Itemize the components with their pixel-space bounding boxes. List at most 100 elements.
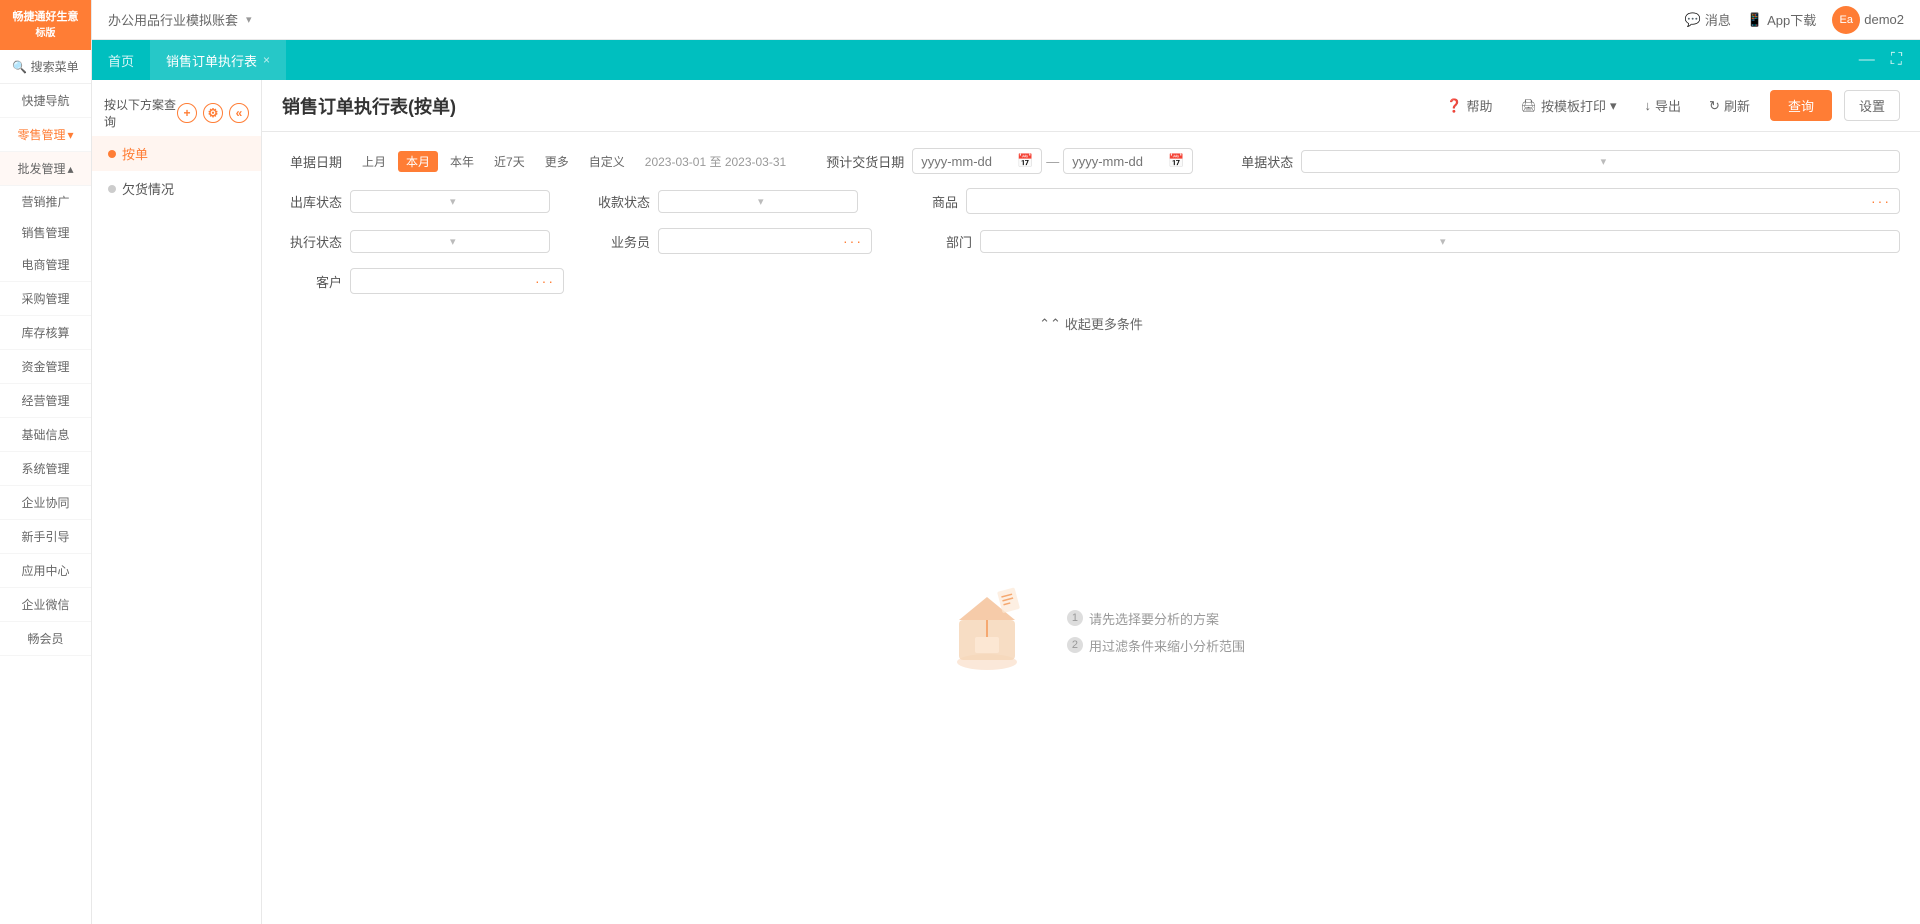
tab-minimize-icon[interactable]: — xyxy=(1853,47,1881,73)
expected-date-start[interactable]: 📅 xyxy=(912,148,1042,174)
query-button[interactable]: 查询 xyxy=(1770,90,1832,121)
search-icon: 🔍 xyxy=(12,60,27,74)
customer-label: 客户 xyxy=(282,272,342,291)
date-7days-btn[interactable]: 近7天 xyxy=(486,151,533,172)
app-download-btn[interactable]: 📱 App下载 xyxy=(1747,10,1816,29)
print-btn[interactable]: 🖨 按模板打印 ▾ xyxy=(1512,92,1624,119)
export-label: 导出 xyxy=(1655,96,1681,115)
date-custom-btn[interactable]: 自定义 xyxy=(581,151,633,172)
doc-status-arrow: ▾ xyxy=(1601,155,1891,168)
receive-status-select[interactable]: ▾ xyxy=(658,190,858,213)
app-download-label: App下载 xyxy=(1767,10,1816,29)
export-btn[interactable]: ↓ 导出 xyxy=(1637,92,1690,119)
goods-label: 商品 xyxy=(898,192,958,211)
sidebar-item-wholesale[interactable]: 批发管理 ▴ xyxy=(0,152,91,186)
plan-item-by-order[interactable]: 按单 xyxy=(92,136,261,171)
sidebar-item-member[interactable]: 畅会员 xyxy=(0,622,91,656)
add-plan-btn[interactable]: + xyxy=(177,103,197,123)
sidebar-item-sales[interactable]: 销售管理 xyxy=(0,217,91,248)
salesperson-label: 业务员 xyxy=(590,232,650,251)
expand-icon: ▾ xyxy=(67,128,73,142)
hint-num-1: 1 xyxy=(1067,610,1083,626)
sidebar-item-basic-info[interactable]: 基础信息 xyxy=(0,418,91,452)
hint-num-2: 2 xyxy=(1067,637,1083,653)
customer-input[interactable]: ··· xyxy=(350,268,564,294)
sidebar-item-retail[interactable]: 零售管理 ▾ xyxy=(0,118,91,152)
sidebar-item-newcomer[interactable]: 新手引导 xyxy=(0,520,91,554)
sidebar-item-finance[interactable]: 资金管理 xyxy=(0,350,91,384)
plan-item-label: 按单 xyxy=(122,144,148,163)
department-select[interactable]: ▾ xyxy=(980,230,1900,253)
print-dropdown-icon: ▾ xyxy=(1610,98,1617,114)
empty-state: 1 请先选择要分析的方案 2 用过滤条件来缩小分析范围 xyxy=(262,339,1920,924)
refresh-btn[interactable]: ↻ 刷新 xyxy=(1701,92,1758,119)
tab-home[interactable]: 首页 xyxy=(92,40,150,80)
logo-text: 畅捷通好生意 xyxy=(13,10,79,24)
salesperson-more-icon[interactable]: ··· xyxy=(843,233,863,249)
settings-button[interactable]: 设置 xyxy=(1844,90,1900,121)
tab-sales-order-label: 销售订单执行表 xyxy=(166,51,257,70)
customer-cell: 客户 ··· xyxy=(282,268,564,294)
customer-text-input[interactable] xyxy=(359,274,535,289)
expected-date-start-input[interactable] xyxy=(921,154,1017,169)
department-label: 部门 xyxy=(912,232,972,251)
date-more-btn[interactable]: 更多 xyxy=(537,151,577,172)
goods-more-icon[interactable]: ··· xyxy=(1871,193,1891,209)
download-icon: 📱 xyxy=(1747,12,1763,28)
date-prev-btn[interactable]: 上月 xyxy=(354,151,394,172)
sidebar-item-quick-nav[interactable]: 快捷导航 xyxy=(0,84,91,118)
tab-close-icon[interactable]: × xyxy=(263,53,270,67)
topbar-right: 💬 消息 📱 App下载 Ea demo2 xyxy=(1685,6,1904,34)
sidebar-item-enterprise-wechat[interactable]: 企业微信 xyxy=(0,588,91,622)
date-this-month-btn[interactable]: 本月 xyxy=(398,151,438,172)
industry-dropdown-icon[interactable]: ▾ xyxy=(246,13,252,26)
salesperson-input[interactable]: ··· xyxy=(658,228,872,254)
goods-input[interactable]: ··· xyxy=(966,188,1900,214)
sidebar-item-ecommerce[interactable]: 电商管理 xyxy=(0,248,91,282)
plan-item-backorder[interactable]: 欠货情况 xyxy=(92,171,261,206)
message-label: 消息 xyxy=(1705,10,1731,29)
search-menu[interactable]: 🔍 搜索菜单 xyxy=(0,50,91,84)
filter-row-2: 出库状态 ▾ 收款状态 ▾ 商品 xyxy=(282,188,1900,214)
sidebar: 畅捷通好生意 标版 🔍 搜索菜单 快捷导航 零售管理 ▾ 批发管理 ▴ 营销推广… xyxy=(0,0,92,924)
department-arrow: ▾ xyxy=(1440,235,1891,248)
message-icon: 💬 xyxy=(1685,12,1701,28)
settings-plan-btn[interactable]: ⚙ xyxy=(203,103,223,123)
print-icon: 🖨 xyxy=(1520,98,1537,114)
out-status-select[interactable]: ▾ xyxy=(350,190,550,213)
filter-row-1: 单据日期 上月 本月 本年 近7天 更多 自定义 2023-03-01 至 20… xyxy=(282,148,1900,174)
logo-subtext: 标版 xyxy=(13,27,79,40)
tab-bar: 首页 销售订单执行表 × — ⛶ xyxy=(92,40,1920,80)
search-menu-label: 搜索菜单 xyxy=(31,60,79,74)
hint-text-1: 请先选择要分析的方案 xyxy=(1089,609,1219,628)
tab-expand-icon[interactable]: ⛶ xyxy=(1885,47,1908,73)
doc-status-select[interactable]: ▾ xyxy=(1301,150,1900,173)
message-btn[interactable]: 💬 消息 xyxy=(1685,10,1731,29)
date-this-year-btn[interactable]: 本年 xyxy=(442,151,482,172)
add-icon: + xyxy=(183,106,190,120)
expected-date-end[interactable]: 📅 xyxy=(1063,148,1193,174)
sidebar-item-system[interactable]: 系统管理 xyxy=(0,452,91,486)
tab-sales-order[interactable]: 销售订单执行表 × xyxy=(150,40,286,80)
exec-status-select[interactable]: ▾ xyxy=(350,230,550,253)
goods-text-input[interactable] xyxy=(975,194,1871,209)
customer-more-icon[interactable]: ··· xyxy=(535,273,555,289)
collapse-panel-btn[interactable]: « xyxy=(229,103,249,123)
expected-date-cell: 预计交货日期 📅 — 📅 xyxy=(826,148,1193,174)
page-actions: ❓ 帮助 🖨 按模板打印 ▾ ↓ 导出 ↻ 刷新 xyxy=(1438,90,1900,121)
sidebar-item-app-center[interactable]: 应用中心 xyxy=(0,554,91,588)
salesperson-text-input[interactable] xyxy=(667,234,843,249)
sidebar-item-enterprise[interactable]: 企业协同 xyxy=(0,486,91,520)
empty-container: 1 请先选择要分析的方案 2 用过滤条件来缩小分析范围 xyxy=(937,582,1245,682)
user-avatar-btn[interactable]: Ea demo2 xyxy=(1832,6,1904,34)
sidebar-item-operations[interactable]: 经营管理 xyxy=(0,384,91,418)
sidebar-item-purchase[interactable]: 采购管理 xyxy=(0,282,91,316)
out-status-arrow: ▾ xyxy=(450,195,541,208)
refresh-label: 刷新 xyxy=(1724,96,1750,115)
topbar-left: 办公用品行业模拟账套 ▾ xyxy=(108,10,252,29)
help-btn[interactable]: ❓ 帮助 xyxy=(1438,92,1500,119)
expected-date-end-input[interactable] xyxy=(1072,154,1168,169)
sidebar-item-marketing[interactable]: 营销推广 xyxy=(0,186,91,217)
sidebar-item-inventory[interactable]: 库存核算 xyxy=(0,316,91,350)
collapse-filter-btn[interactable]: ⌃⌃ 收起更多条件 xyxy=(282,308,1900,339)
